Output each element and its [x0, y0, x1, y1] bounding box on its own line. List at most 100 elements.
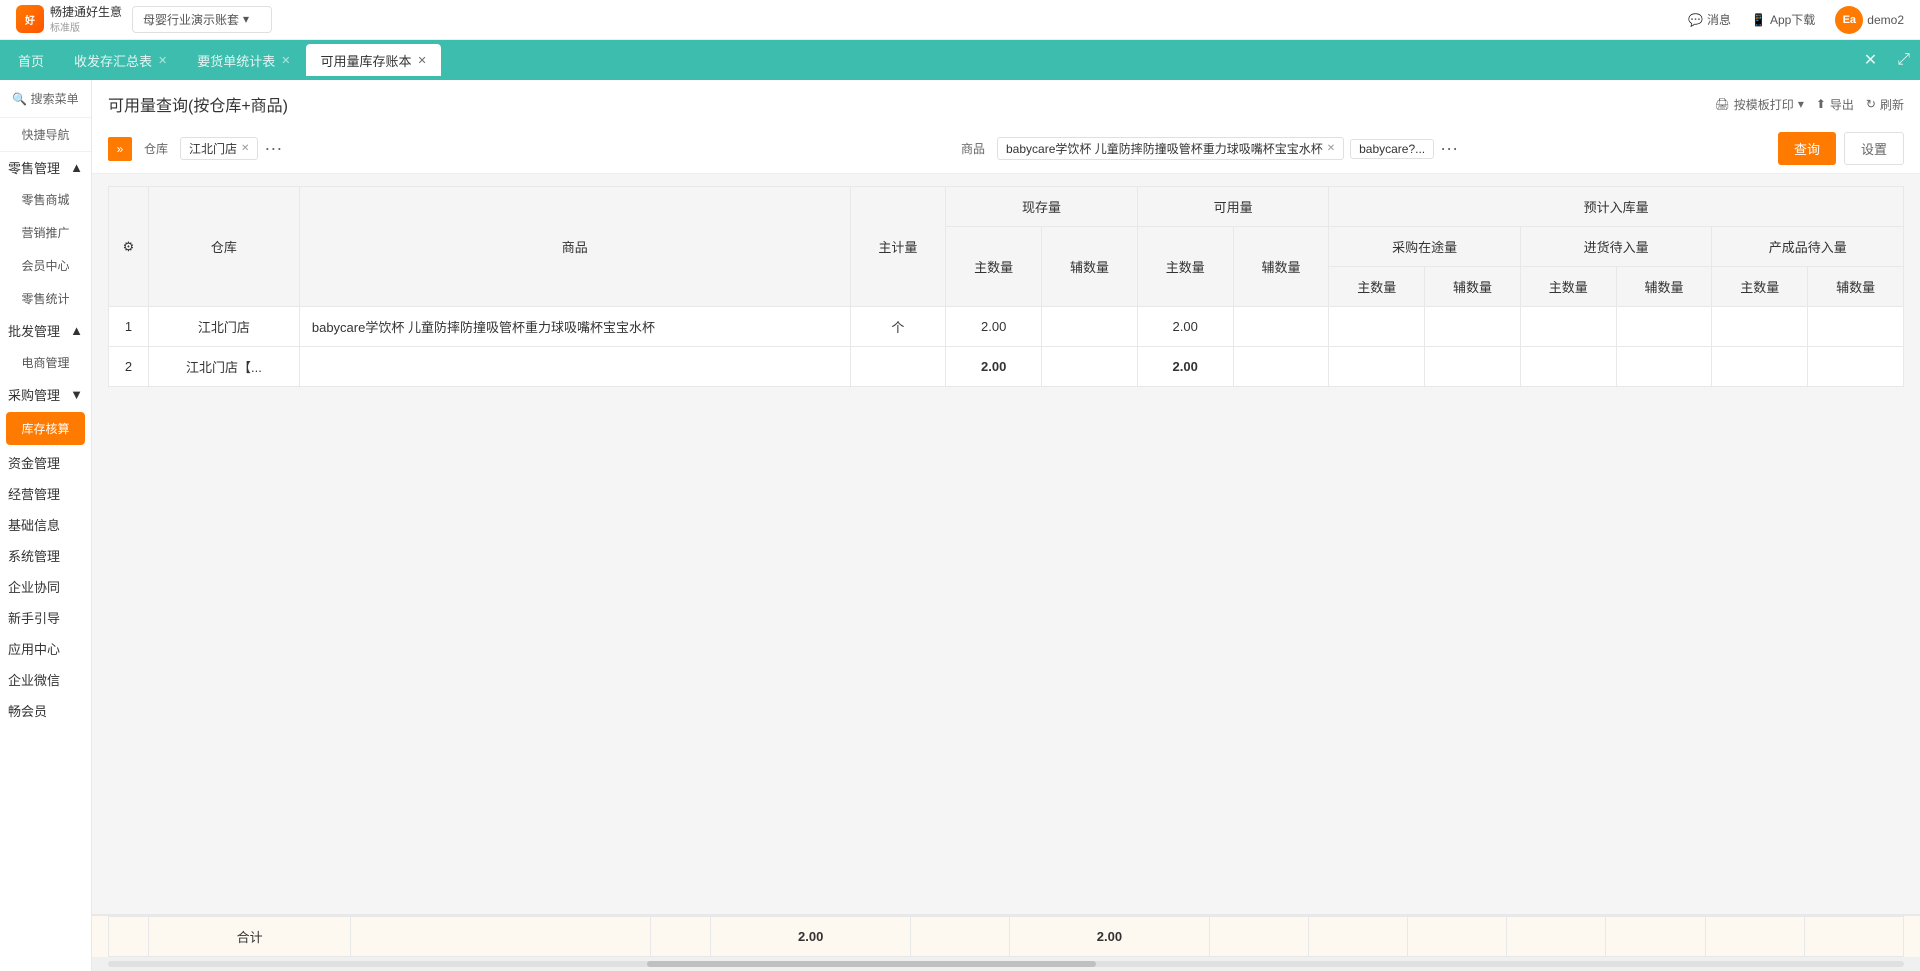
row1-warehouse: 江北门店 — [149, 307, 300, 347]
filter-tags-product: babycare学饮杯 儿童防摔防撞吸管杯重力球吸嘴杯宝宝水杯 ✕ babyca… — [997, 137, 1766, 160]
close-all-tabs-button[interactable]: ✕ — [1858, 48, 1883, 72]
tab-receive-summary[interactable]: 收发存汇总表 ✕ — [60, 44, 181, 76]
row2-purchase-main — [1329, 347, 1425, 387]
column-main-unit-header: 主计量 — [850, 187, 946, 307]
footer-available-main-total: 2.00 — [1010, 917, 1210, 957]
row1-available-aux — [1233, 307, 1329, 347]
column-forecast-inbound-group: 预计入库量 — [1329, 187, 1904, 227]
logo: 好 畅捷通好生意 标准版 — [16, 5, 122, 34]
message-icon: 💬 — [1688, 13, 1703, 27]
sidebar-item-purchase[interactable]: 采购管理 ▼ — [0, 379, 91, 410]
industry-selector[interactable]: 母婴行业演示账套 ▾ — [132, 6, 272, 33]
filter-toggle-button[interactable]: » — [108, 137, 132, 161]
app-icon: 📱 — [1751, 13, 1766, 27]
footer-inbound-main-total — [1507, 917, 1606, 957]
sidebar-item-finance[interactable]: 资金管理 — [0, 447, 91, 478]
tab-close-order[interactable]: ✕ — [281, 54, 290, 67]
product-more-button[interactable]: ··· — [1440, 138, 1458, 159]
horizontal-scrollbar[interactable] — [92, 957, 1920, 971]
row2-current-main: 2.00 — [946, 347, 1042, 387]
row1-inbound-aux — [1616, 307, 1712, 347]
table-container: ⚙ 仓库 商品 主计量 现存量 — [92, 174, 1920, 914]
print-button[interactable]: 🖨 按模板打印 ▾ — [1715, 96, 1804, 113]
top-bar-left: 好 畅捷通好生意 标准版 母婴行业演示账套 ▾ — [16, 5, 272, 34]
column-purchase-transit-group: 采购在途量 — [1329, 227, 1521, 267]
warehouse-filter-label: 仓库 — [144, 140, 168, 157]
row2-purchase-aux — [1425, 347, 1521, 387]
table-row: 2 江北门店【... 2.00 2.00 — [109, 347, 1904, 387]
row2-inbound-main — [1520, 347, 1616, 387]
export-button[interactable]: ⬆ 导出 — [1816, 96, 1854, 113]
page-actions: 🖨 按模板打印 ▾ ⬆ 导出 ↻ 刷新 — [1715, 96, 1904, 113]
sidebar-item-retail[interactable]: 零售管理 ▲ — [0, 152, 91, 183]
sidebar-item-marketing[interactable]: 营销推广 — [0, 216, 91, 249]
search-icon: 🔍 — [12, 92, 27, 106]
refresh-icon: ↻ — [1866, 97, 1876, 111]
sidebar-item-member-center[interactable]: 会员中心 — [0, 249, 91, 282]
column-settings-gear[interactable]: ⚙ — [109, 187, 149, 307]
column-current-stock-group: 现存量 — [946, 187, 1138, 227]
footer-finished-main-total — [1705, 917, 1804, 957]
tab-home[interactable]: 首页 — [4, 44, 58, 76]
footer-total-label: 合计 — [149, 917, 351, 957]
message-button[interactable]: 💬 消息 — [1688, 11, 1731, 28]
row2-num: 2 — [109, 347, 149, 387]
sidebar-item-app-center[interactable]: 应用中心 — [0, 633, 91, 664]
page-title: 可用量查询(按仓库+商品) — [108, 92, 288, 116]
sidebar-item-wholesale[interactable]: 批发管理 ▲ — [0, 315, 91, 346]
sidebar-quick-nav[interactable]: 快捷导航 — [0, 118, 91, 152]
refresh-button[interactable]: ↻ 刷新 — [1866, 96, 1904, 113]
column-available-aux-header: 辅数量 — [1233, 227, 1329, 307]
warehouse-more-button[interactable]: ··· — [264, 138, 282, 159]
row1-purchase-main — [1329, 307, 1425, 347]
top-bar-right: 💬 消息 📱 App下载 Ea demo2 — [1688, 6, 1904, 34]
chevron-icon-2: ▲ — [70, 323, 83, 338]
tab-close-available[interactable]: ✕ — [418, 54, 427, 67]
print-icon: 🖨 — [1715, 97, 1730, 111]
sidebar-item-ecommerce[interactable]: 电商管理 — [0, 346, 91, 379]
query-button[interactable]: 查询 — [1778, 132, 1836, 165]
sidebar-item-operation[interactable]: 经营管理 — [0, 478, 91, 509]
column-current-main-header: 主数量 — [946, 227, 1042, 307]
fullscreen-button[interactable]: ⤢ — [1891, 49, 1916, 71]
row2-available-main: 2.00 — [1137, 347, 1233, 387]
tab-available-stock[interactable]: 可用量库存账本 ✕ — [306, 44, 440, 76]
footer-spacer3 — [651, 917, 711, 957]
filter-tags-warehouse: 江北门店 ✕ ··· — [180, 137, 949, 160]
row2-product — [299, 347, 850, 387]
footer-spacer2 — [351, 917, 651, 957]
warehouse-tag-close[interactable]: ✕ — [241, 143, 249, 154]
sidebar-item-basic[interactable]: 基础信息 — [0, 509, 91, 540]
sidebar-item-collab[interactable]: 企业协同 — [0, 571, 91, 602]
user-profile[interactable]: Ea demo2 — [1835, 6, 1904, 34]
sidebar-item-retail-stats[interactable]: 零售统计 — [0, 282, 91, 315]
row1-finished-aux — [1808, 307, 1904, 347]
row1-current-aux — [1042, 307, 1138, 347]
column-available-main-header: 主数量 — [1137, 227, 1233, 307]
sidebar-item-system[interactable]: 系统管理 — [0, 540, 91, 571]
table-row: 1 江北门店 babycare学饮杯 儿童防摔防撞吸管杯重力球吸嘴杯宝宝水杯 个… — [109, 307, 1904, 347]
data-table: ⚙ 仓库 商品 主计量 现存量 — [108, 186, 1904, 387]
app-download-button[interactable]: 📱 App下载 — [1751, 11, 1815, 28]
row2-inbound-aux — [1616, 347, 1712, 387]
sidebar-item-newbie[interactable]: 新手引导 — [0, 602, 91, 633]
product-tag-1-close[interactable]: ✕ — [1327, 143, 1335, 154]
sidebar-item-stock[interactable]: 库存核算 — [6, 412, 85, 445]
tab-close-receive[interactable]: ✕ — [158, 54, 167, 67]
row1-product: babycare学饮杯 儿童防摔防撞吸管杯重力球吸嘴杯宝宝水杯 — [299, 307, 850, 347]
sidebar-item-retail-mall[interactable]: 零售商城 — [0, 183, 91, 216]
top-bar: 好 畅捷通好生意 标准版 母婴行业演示账套 ▾ 💬 消息 📱 App下载 Ea … — [0, 0, 1920, 40]
footer-purchase-main-total — [1308, 917, 1407, 957]
sidebar-item-wechat[interactable]: 企业微信 — [0, 664, 91, 695]
tab-order-stats[interactable]: 要货单统计表 ✕ — [183, 44, 304, 76]
sidebar-item-member[interactable]: 畅会员 — [0, 695, 91, 726]
row1-inbound-main — [1520, 307, 1616, 347]
scroll-thumb[interactable] — [647, 961, 1096, 967]
settings-button[interactable]: 设置 — [1844, 132, 1904, 165]
sidebar-search[interactable]: 🔍 搜索菜单 — [0, 80, 91, 118]
column-inbound-main-header: 主数量 — [1520, 267, 1616, 307]
footer-spacer1 — [109, 917, 149, 957]
sidebar: 🔍 搜索菜单 快捷导航 零售管理 ▲ 零售商城 营销推广 会员中心 零售统计 批… — [0, 80, 92, 971]
column-warehouse-header: 仓库 — [149, 187, 300, 307]
column-purchase-aux-header: 辅数量 — [1425, 267, 1521, 307]
